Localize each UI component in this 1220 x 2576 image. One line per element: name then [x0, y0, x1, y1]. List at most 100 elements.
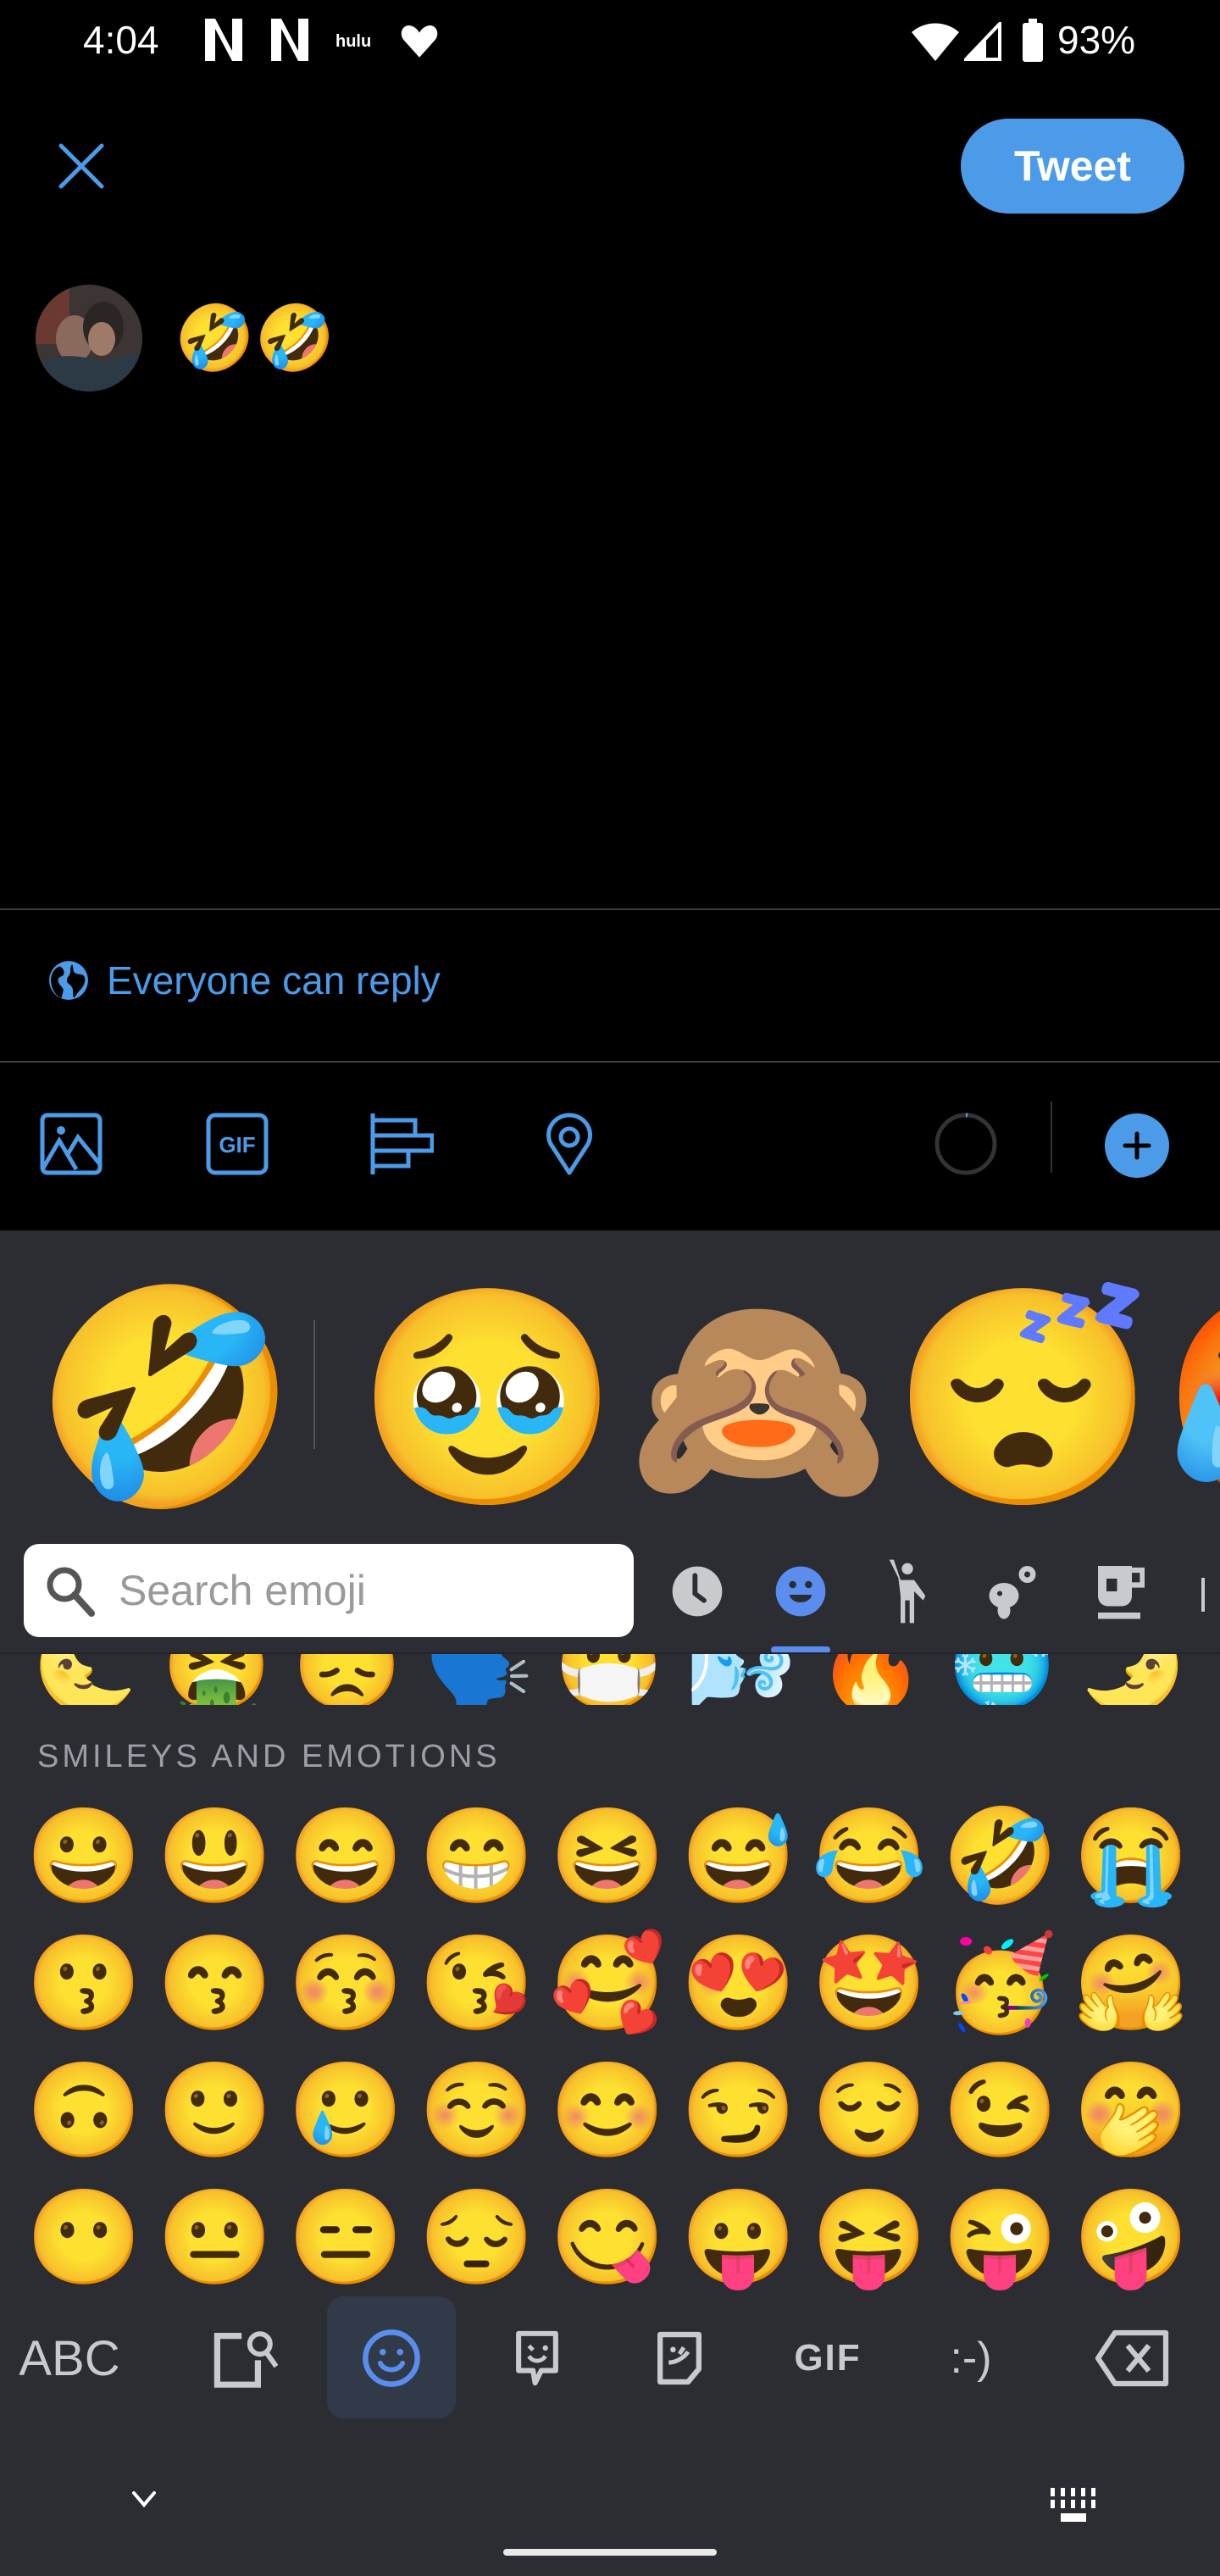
- emoji-key[interactable]: 😅: [674, 1793, 805, 1920]
- emoji-search-tab[interactable]: [203, 2296, 288, 2420]
- emoji-kitchen-suggestion[interactable]: 🥹: [356, 1271, 619, 1525]
- reply-setting-label: Everyone can reply: [107, 958, 441, 1002]
- add-poll-button[interactable]: [369, 1112, 435, 1176]
- avatar[interactable]: [36, 285, 142, 391]
- person-waving-icon: [889, 1559, 926, 1624]
- emoji-row: 😶 😐 😑 😔 😋 😛 😝 😜 🤪: [19, 2174, 1220, 2301]
- emoji-key[interactable]: 🥶: [947, 1652, 1057, 1705]
- category-more-partial[interactable]: [1201, 1578, 1205, 1612]
- emoji-key[interactable]: 😂: [804, 1793, 935, 1920]
- emoji-key[interactable]: 😶: [19, 2174, 150, 2301]
- emoji-key[interactable]: 😍: [674, 1920, 805, 2047]
- emoji-kitchen-suggestion[interactable]: 🙈: [627, 1271, 890, 1525]
- add-thread-button[interactable]: [1105, 1113, 1169, 1178]
- emoji-key[interactable]: 😝: [804, 2174, 935, 2301]
- emoji-row: 🙃 🙂 🥲 ☺️ 😊 😏 😌 😉 🤭: [19, 2047, 1220, 2174]
- emoji-key[interactable]: 😐: [150, 2174, 281, 2301]
- add-image-button[interactable]: [39, 1112, 103, 1176]
- close-button[interactable]: [51, 136, 112, 197]
- add-location-button[interactable]: [537, 1112, 602, 1176]
- keyboard-bottom-bar: ABC GIF :-): [0, 2296, 1220, 2420]
- globe-icon: [49, 961, 88, 1000]
- emoji-key[interactable]: 🤗: [1066, 1920, 1197, 2047]
- emoji-key[interactable]: 😊: [542, 2047, 674, 2174]
- emoji-key[interactable]: 😀: [19, 1793, 150, 1920]
- emoji-key[interactable]: 😁: [412, 1793, 543, 1920]
- character-count-ring: [934, 1113, 997, 1175]
- smiley-icon: [775, 1566, 826, 1617]
- add-gif-button[interactable]: GIF: [205, 1112, 269, 1176]
- emoji-key[interactable]: 😄: [280, 1793, 412, 1920]
- switch-keyboard-button[interactable]: [1047, 2486, 1103, 2525]
- emoji-key[interactable]: 🤭: [1066, 2047, 1197, 2174]
- emoji-key[interactable]: 😚: [280, 1920, 412, 2047]
- divider: [0, 908, 1220, 910]
- emoji-key[interactable]: 🌛: [1078, 1652, 1188, 1705]
- emoji-key[interactable]: 😏: [674, 2047, 805, 2174]
- heart-icon: [401, 25, 438, 58]
- category-animals-nature[interactable]: [983, 1557, 1042, 1625]
- emoji-kitchen-suggestion[interactable]: 😴: [891, 1271, 1155, 1525]
- gif-tab[interactable]: GIF: [781, 2296, 874, 2420]
- emoji-kitchen-suggestion[interactable]: 🤣: [34, 1271, 297, 1525]
- emoji-kitchen-suggestion-partial[interactable]: 🥵: [1161, 1271, 1220, 1525]
- search-panel-shadow: [0, 1652, 1220, 1654]
- gif-icon: GIF: [206, 1113, 269, 1175]
- plus-icon: [1123, 1131, 1151, 1160]
- emoji-key[interactable]: 😉: [935, 2047, 1067, 2174]
- emoji-key[interactable]: 😋: [542, 2174, 674, 2301]
- emoji-key[interactable]: 🥲: [280, 2047, 412, 2174]
- emoji-key[interactable]: 🤣: [935, 1793, 1067, 1920]
- category-recent[interactable]: [668, 1557, 727, 1625]
- emoji-search-icon: [214, 2331, 279, 2388]
- divider: [0, 1061, 1220, 1063]
- emoji-key[interactable]: 🥳: [935, 1920, 1067, 2047]
- reply-setting-button[interactable]: Everyone can reply: [47, 958, 441, 1003]
- emoji-key[interactable]: 🗣️: [424, 1652, 534, 1705]
- section-title: SMILEYS AND EMOTIONS: [37, 1739, 501, 1774]
- emoji-key[interactable]: 😛: [674, 2174, 805, 2301]
- hide-keyboard-button[interactable]: [119, 2483, 169, 2517]
- tweet-text-input[interactable]: 🤣🤣: [175, 298, 335, 380]
- emoji-key[interactable]: 😆: [542, 1793, 674, 1920]
- emoji-key[interactable]: 🤮: [162, 1652, 272, 1705]
- abc-button[interactable]: ABC: [19, 2296, 120, 2420]
- emoji-key[interactable]: 🤪: [1066, 2174, 1197, 2301]
- backspace-button[interactable]: [1090, 2296, 1174, 2420]
- emoji-key[interactable]: 🤩: [804, 1920, 935, 2047]
- emoji-key[interactable]: 😃: [150, 1793, 281, 1920]
- emoji-key[interactable]: 😔: [412, 2174, 543, 2301]
- emoji-key[interactable]: 🙃: [19, 2047, 150, 2174]
- emoji-search-field[interactable]: [24, 1544, 634, 1637]
- emoji-key[interactable]: ☺️: [412, 2047, 543, 2174]
- backspace-icon: [1095, 2329, 1169, 2387]
- emoji-key[interactable]: 😷: [554, 1652, 664, 1705]
- emoji-key[interactable]: 😞: [292, 1652, 402, 1705]
- emoji-key[interactable]: 😑: [280, 2174, 412, 2301]
- bitmoji-tab[interactable]: [495, 2296, 580, 2420]
- search-icon: [47, 1567, 95, 1617]
- emoji-key[interactable]: 😌: [804, 2047, 935, 2174]
- emoji-key[interactable]: 😙: [150, 1920, 281, 2047]
- emoji-key[interactable]: 🌜: [30, 1652, 141, 1705]
- location-icon: [546, 1113, 592, 1175]
- emoji-tab[interactable]: [349, 2296, 434, 2420]
- emoticon-tab[interactable]: :-): [929, 2296, 1013, 2420]
- netflix-icon: [271, 19, 308, 61]
- flower-icon: [989, 1566, 1036, 1619]
- emoji-key[interactable]: 🔥: [816, 1652, 926, 1705]
- category-smileys[interactable]: [771, 1557, 830, 1625]
- category-people[interactable]: [878, 1557, 937, 1625]
- emoji-key[interactable]: 😭: [1066, 1793, 1197, 1920]
- tweet-button[interactable]: Tweet: [961, 119, 1184, 214]
- emoji-search-input[interactable]: [117, 1565, 595, 1616]
- emoji-key[interactable]: 😗: [19, 1920, 150, 2047]
- home-indicator[interactable]: [503, 2549, 717, 2556]
- emoji-key[interactable]: 😜: [935, 2174, 1067, 2301]
- sticker-tab[interactable]: [637, 2296, 722, 2420]
- emoji-key[interactable]: 🥰: [542, 1920, 674, 2047]
- emoji-key[interactable]: 🙂: [150, 2047, 281, 2174]
- emoji-key[interactable]: 🌬️: [685, 1652, 796, 1705]
- category-food-drink[interactable]: [1090, 1557, 1149, 1625]
- emoji-key[interactable]: 😘: [412, 1920, 543, 2047]
